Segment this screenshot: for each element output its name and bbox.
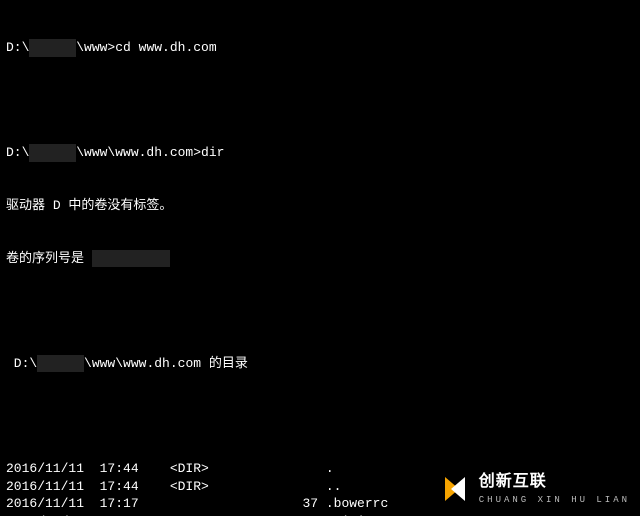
serial-line: 卷的序列号是 [6,250,634,268]
watermark-sub: CHUANG XIN HU LIAN [479,494,630,506]
command-cd: cd www.dh.com [115,40,216,55]
masked-segment [92,250,170,268]
masked-segment [29,39,76,57]
prompt-line-2: D:\ \www\www.dh.com>dir [6,144,634,162]
masked-segment [29,144,76,162]
directory-of-line: D:\ \www\www.dh.com 的目录 [6,355,634,373]
prompt-line-1: D:\ \www>cd www.dh.com [6,39,634,57]
watermark-main: 创新互联 [479,472,630,494]
watermark-text: 创新互联 CHUANG XIN HU LIAN [479,472,630,506]
watermark: 创新互联 CHUANG XIN HU LIAN [439,472,630,506]
volume-line: 驱动器 D 中的卷没有标签。 [6,197,634,215]
masked-segment [37,355,84,373]
terminal-output: D:\ \www>cd www.dh.com D:\ \www\www.dh.c… [0,0,640,516]
command-dir: dir [201,145,224,160]
watermark-logo-icon [439,473,471,505]
